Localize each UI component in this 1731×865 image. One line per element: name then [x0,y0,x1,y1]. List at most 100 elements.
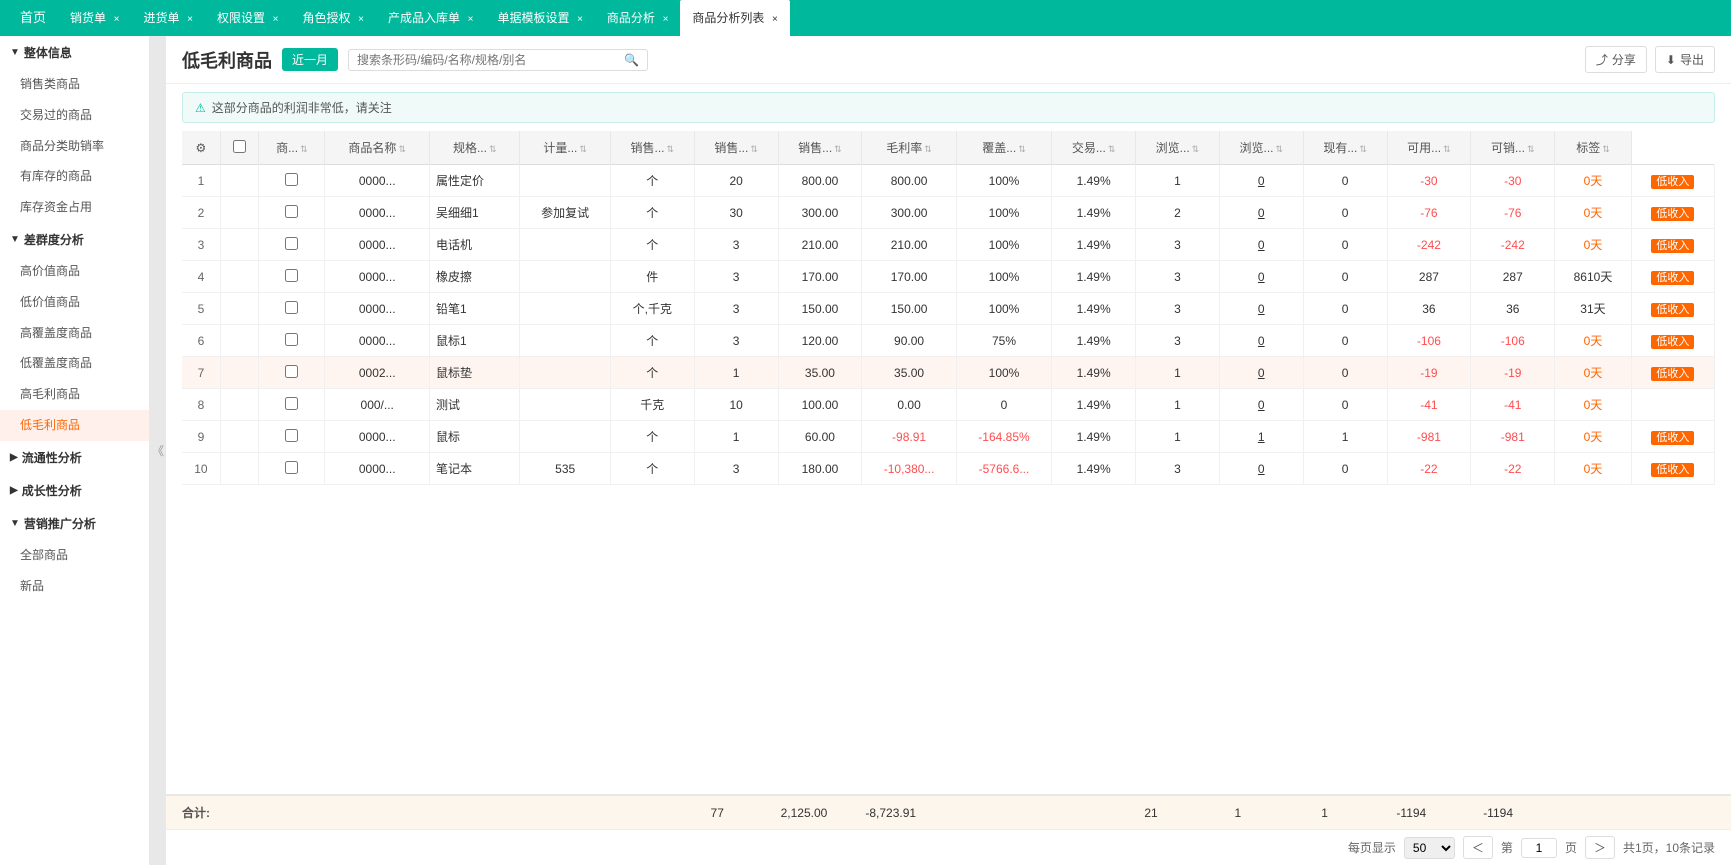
row-checkbox[interactable] [259,293,325,325]
table-container[interactable]: ⚙ 商...⇅ 商品名称⇅ 规格...⇅ 计量...⇅ 销售...⇅ 销售...… [166,131,1731,794]
sidebar-item-high-margin[interactable]: 高毛利商品 [0,379,149,410]
nav-template-settings[interactable]: 单据模板设置 × [485,0,594,36]
nav-product-analysis-list[interactable]: 商品分析列表 × [680,0,789,36]
nav-close-role[interactable]: × [358,14,364,25]
row-tag: 低收入 [1631,421,1714,453]
col-tag[interactable]: 标签⇅ [1555,131,1632,165]
nav-close-purchase[interactable]: × [187,14,193,25]
next-page-button[interactable]: ＞ [1585,836,1615,859]
nav-close-template[interactable]: × [577,14,583,25]
row-view1[interactable]: 1 [1219,421,1303,453]
btn-period[interactable]: 近一月 [282,48,338,71]
top-navigation: 首页 销货单 × 进货单 × 权限设置 × 角色授权 × 产成品入库单 × 单据… [0,0,1731,36]
row-checkbox[interactable] [259,197,325,229]
col-stock-sellable[interactable]: 可销...⇅ [1471,131,1555,165]
sidebar-group-liquidity[interactable]: ▶ 流通性分析 [0,441,149,474]
col-sales-qty[interactable]: 销售...⇅ [610,131,694,165]
sidebar-item-low-margin[interactable]: 低毛利商品 [0,410,149,441]
row-view1[interactable]: 0 [1219,453,1303,485]
nav-purchase-order[interactable]: 进货单 × [132,0,205,36]
col-view1[interactable]: 浏览...⇅ [1136,131,1220,165]
sidebar-group-overall[interactable]: ▼ 整体信息 [0,36,149,69]
row-checkbox[interactable] [259,325,325,357]
sidebar-item-sales-goods[interactable]: 销售类商品 [0,69,149,100]
row-checkbox[interactable] [259,453,325,485]
nav-close-inbound[interactable]: × [468,14,474,25]
col-stock-available[interactable]: 可用...⇅ [1387,131,1471,165]
row-stock-current: -981 [1387,421,1471,453]
col-sales-amount[interactable]: 销售...⇅ [694,131,778,165]
nav-close-permissions[interactable]: × [273,14,279,25]
row-view1[interactable]: 0 [1219,229,1303,261]
row-checkbox[interactable] [259,421,325,453]
col-stock-current[interactable]: 现有...⇅ [1303,131,1387,165]
footer-spacer9 [1628,806,1715,820]
sidebar-item-all-goods[interactable]: 全部商品 [0,540,149,571]
sidebar-group-difference[interactable]: ▼ 差群度分析 [0,223,149,256]
row-sales-qty: 30 [694,197,778,229]
sidebar-item-high-coverage[interactable]: 高覆盖度商品 [0,318,149,349]
prev-page-button[interactable]: ＜ [1463,836,1493,859]
nav-product-inbound[interactable]: 产成品入库单 × [376,0,485,36]
page-size-select[interactable]: 50 100 200 [1404,837,1455,859]
col-view2[interactable]: 浏览...⇅ [1219,131,1303,165]
sidebar-group-growth[interactable]: ▶ 成长性分析 [0,474,149,507]
col-sales-profit[interactable]: 销售...⇅ [778,131,862,165]
row-view1[interactable]: 0 [1219,293,1303,325]
col-trade-count[interactable]: 交易...⇅ [1052,131,1136,165]
nav-home[interactable]: 首页 [8,0,58,36]
col-spec[interactable]: 规格...⇅ [430,131,520,165]
total-info: 共1页，10条记录 [1623,839,1715,856]
nav-sales-order[interactable]: 销货单 × [58,0,131,36]
col-unit[interactable]: 计量...⇅ [520,131,610,165]
sidebar-collapse-button[interactable]: 《 [150,36,166,865]
export-button[interactable]: ⬇ 导出 [1655,46,1715,73]
nav-product-analysis[interactable]: 商品分析 × [595,0,680,36]
row-checkbox[interactable] [259,261,325,293]
sidebar-item-high-value[interactable]: 高价值商品 [0,256,149,287]
row-view1[interactable]: 0 [1219,357,1303,389]
sidebar-item-stock-capital[interactable]: 库存资金占用 [0,192,149,223]
nav-role-auth[interactable]: 角色授权 × [290,0,375,36]
row-checkbox[interactable] [259,357,325,389]
row-view1[interactable]: 0 [1219,389,1303,421]
row-tag: 低收入 [1631,453,1714,485]
sidebar-group-marketing[interactable]: ▼ 营销推广分析 [0,507,149,540]
nav-close-analysis[interactable]: × [663,14,669,25]
sidebar-item-low-value[interactable]: 低价值商品 [0,287,149,318]
row-checkbox[interactable] [259,165,325,197]
col-checkbox[interactable] [220,131,259,165]
row-view1[interactable]: 0 [1219,165,1303,197]
search-icon[interactable]: 🔍 [624,53,639,67]
search-input[interactable] [357,53,624,67]
row-view1[interactable]: 0 [1219,325,1303,357]
nav-permissions[interactable]: 权限设置 × [205,0,290,36]
sidebar-item-low-coverage[interactable]: 低覆盖度商品 [0,348,149,379]
row-gross-margin: -164.85% [956,421,1051,453]
row-checkbox[interactable] [259,229,325,261]
nav-close-list[interactable]: × [772,14,778,25]
sidebar-item-new-goods[interactable]: 新品 [0,571,149,602]
row-code: 0000... [325,325,430,357]
nav-close-sales[interactable]: × [114,14,120,25]
col-coverage[interactable]: 覆盖...⇅ [956,131,1051,165]
sidebar-item-traded-goods[interactable]: 交易过的商品 [0,100,149,131]
row-checkbox[interactable] [259,389,325,421]
row-settings [220,165,259,197]
select-all-checkbox[interactable] [233,140,246,153]
col-gross-margin[interactable]: 毛利率⇅ [862,131,956,165]
row-view2: 0 [1303,229,1387,261]
row-view1[interactable]: 0 [1219,261,1303,293]
share-button[interactable]: ⤴ 分享 [1585,46,1647,73]
row-view1[interactable]: 0 [1219,197,1303,229]
col-code[interactable]: 商...⇅ [259,131,325,165]
col-name[interactable]: 商品名称⇅ [325,131,430,165]
col-settings[interactable]: ⚙ [182,131,220,165]
sidebar-item-category-rate[interactable]: 商品分类助销率 [0,131,149,162]
row-number: 6 [182,325,220,357]
row-sales-profit: 210.00 [862,229,956,261]
sidebar-item-in-stock[interactable]: 有库存的商品 [0,161,149,192]
page-number-input[interactable] [1521,838,1557,858]
row-tag: 低收入 [1631,229,1714,261]
row-tag [1631,389,1714,421]
